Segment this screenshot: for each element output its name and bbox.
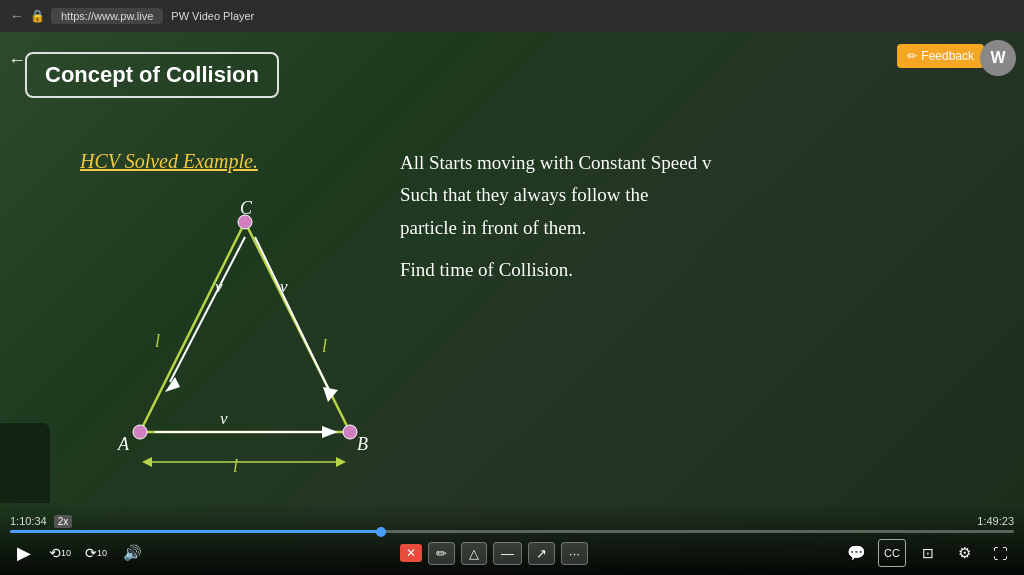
volume-button[interactable]: 🔊 bbox=[118, 539, 146, 567]
svg-marker-8 bbox=[322, 426, 338, 438]
progress-dot bbox=[376, 527, 386, 537]
video-container: ← Concept of Collision HCV Solved Exampl… bbox=[0, 32, 1024, 575]
svg-marker-22 bbox=[142, 457, 152, 467]
rewind-10-button[interactable]: ⟲10 bbox=[46, 539, 74, 567]
draw-more-tool[interactable]: ··· bbox=[561, 542, 588, 565]
controls-row: ▶ ⟲10 ⟳10 🔊 ✕ ✏ △ — ↗ ··· 💬 CC bbox=[10, 539, 1014, 567]
captions-button[interactable]: CC bbox=[878, 539, 906, 567]
svg-marker-6 bbox=[323, 387, 338, 402]
svg-point-10 bbox=[343, 425, 357, 439]
browser-back-icon[interactable]: ← bbox=[10, 8, 24, 24]
browser-bar: ← 🔒 https://www.pw.live PW Video Player bbox=[0, 0, 1024, 32]
current-time: 1:10:34 2x bbox=[10, 515, 72, 527]
right-text-line4: Find time of Collision. bbox=[400, 254, 711, 286]
w-logo: W bbox=[980, 40, 1016, 76]
browser-app-name: PW Video Player bbox=[171, 10, 254, 22]
svg-line-5 bbox=[255, 237, 330, 392]
draw-line-tool[interactable]: — bbox=[493, 542, 522, 565]
svg-marker-23 bbox=[336, 457, 346, 467]
title-box: Concept of Collision bbox=[25, 52, 279, 98]
draw-pencil-tool[interactable]: ✏ bbox=[428, 542, 455, 565]
svg-point-9 bbox=[133, 425, 147, 439]
svg-text:v: v bbox=[280, 277, 288, 296]
time-row: 1:10:34 2x 1:49:23 bbox=[10, 515, 1014, 527]
chalkboard: ← Concept of Collision HCV Solved Exampl… bbox=[0, 32, 1024, 575]
svg-text:A: A bbox=[117, 434, 130, 454]
settings-button[interactable]: ⚙ bbox=[950, 539, 978, 567]
browser-lock-icon: 🔒 bbox=[30, 9, 45, 23]
left-controls: ▶ ⟲10 ⟳10 🔊 bbox=[10, 539, 146, 567]
svg-line-3 bbox=[170, 237, 245, 382]
play-button[interactable]: ▶ bbox=[10, 539, 38, 567]
right-controls: 💬 CC ⊡ ⚙ ⛶ bbox=[842, 539, 1014, 567]
pip-button[interactable]: ⊡ bbox=[914, 539, 942, 567]
right-text-line1: All Starts moving with Constant Speed v bbox=[400, 147, 711, 179]
feedback-button[interactable]: ✏ Feedback bbox=[897, 44, 984, 68]
svg-text:v: v bbox=[215, 277, 223, 296]
right-text-block: All Starts moving with Constant Speed v … bbox=[400, 147, 711, 286]
svg-text:v: v bbox=[220, 409, 228, 428]
feedback-label: Feedback bbox=[921, 49, 974, 63]
middle-controls: ✕ ✏ △ — ↗ ··· bbox=[400, 542, 588, 565]
controls-bar: 1:10:34 2x 1:49:23 ▶ ⟲10 ⟳10 🔊 bbox=[0, 503, 1024, 575]
svg-text:C: C bbox=[240, 198, 253, 218]
close-toolbar-button[interactable]: ✕ bbox=[400, 544, 422, 562]
draw-arrow-tool[interactable]: ↗ bbox=[528, 542, 555, 565]
svg-text:l: l bbox=[155, 331, 160, 351]
chat-button[interactable]: 💬 bbox=[842, 539, 870, 567]
progress-bar-bg[interactable] bbox=[10, 530, 1014, 533]
browser-controls: ← 🔒 https://www.pw.live bbox=[10, 8, 163, 24]
svg-text:l: l bbox=[233, 456, 238, 476]
person-silhouette bbox=[0, 423, 50, 503]
right-text-line3: particle in front of them. bbox=[400, 212, 711, 244]
feedback-icon: ✏ bbox=[907, 49, 917, 63]
total-time: 1:49:23 bbox=[977, 515, 1014, 527]
draw-triangle-tool[interactable]: △ bbox=[461, 542, 487, 565]
svg-text:l: l bbox=[322, 336, 327, 356]
progress-bar-fill bbox=[10, 530, 381, 533]
browser-url-text: https://www.pw.live bbox=[51, 8, 163, 24]
back-arrow-btn[interactable]: ← bbox=[8, 50, 26, 71]
fullscreen-button[interactable]: ⛶ bbox=[986, 539, 1014, 567]
svg-text:B: B bbox=[357, 434, 368, 454]
svg-line-0 bbox=[140, 222, 245, 432]
page-title: Concept of Collision bbox=[45, 62, 259, 87]
diagram-svg: A B C v v v l l l bbox=[60, 162, 430, 502]
speed-badge: 2x bbox=[54, 515, 73, 528]
right-text-line2: Such that they always follow the bbox=[400, 179, 711, 211]
progress-area: 1:10:34 2x 1:49:23 bbox=[10, 515, 1014, 533]
forward-10-button[interactable]: ⟳10 bbox=[82, 539, 110, 567]
